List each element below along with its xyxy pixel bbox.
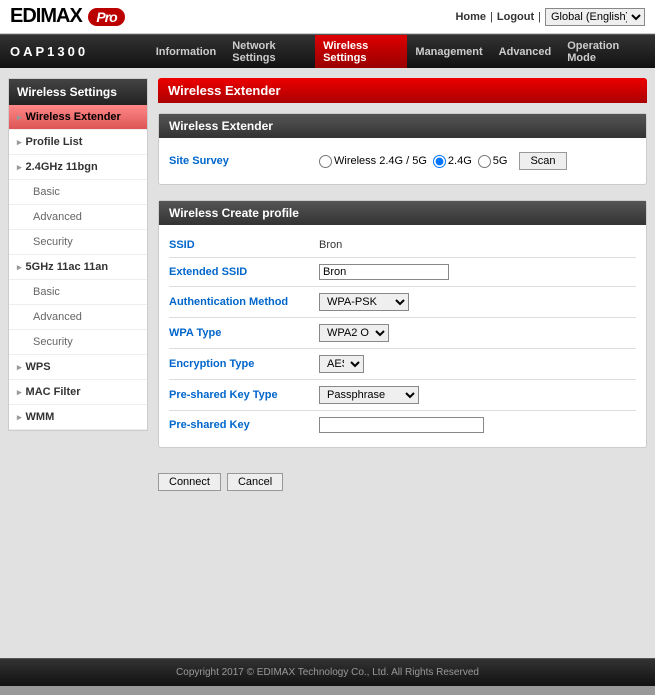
language-select[interactable]: Global (English) [545,8,645,26]
cancel-button[interactable]: Cancel [227,473,283,491]
nav-item-network-settings[interactable]: Network Settings [224,35,315,68]
chevron-right-icon: ▸ [17,262,22,272]
top-right-links: Home | Logout | Global (English) [455,8,645,26]
nav-item-operation-mode[interactable]: Operation Mode [559,35,645,68]
sidebar-item-label: Advanced [33,311,82,323]
ssid-label: SSID [169,239,319,251]
pkt-select[interactable]: Passphrase [319,386,419,404]
create-profile-panel: Wireless Create profile SSID Bron Extend… [158,200,647,448]
chevron-right-icon: ▸ [17,162,22,172]
chevron-right-icon: ▸ [17,387,22,397]
brand-text: EDIMAX [10,5,82,27]
band-radio-wireless-2-4g-5g[interactable]: Wireless 2.4G / 5G [319,155,427,168]
scan-button[interactable]: Scan [519,152,566,170]
sidebar-item-2-4ghz-11bgn[interactable]: ▸ 2.4GHz 11bgn [9,155,147,180]
wpa-select[interactable]: WPA2 Only [319,324,389,342]
band-radio-2-4g[interactable]: 2.4G [433,155,472,168]
sidebar-item-security[interactable]: Security [9,230,147,255]
chevron-right-icon: ▸ [17,412,22,422]
sidebar: Wireless Settings ▸ Wireless Extender ▸ Pro… [8,78,148,431]
sidebar-item-wireless-extender[interactable]: ▸ Wireless Extender [9,105,147,130]
sidebar-item-wmm[interactable]: ▸ WMM [9,405,147,430]
pkt-label: Pre-shared Key Type [169,389,319,401]
band-radio-group: Wireless 2.4G / 5G 2.4G 5G [319,155,507,168]
sidebar-item-label: 5GHz 11ac 11an [26,261,109,273]
enc-select[interactable]: AES [319,355,364,373]
sidebar-item-label: Profile List [26,136,83,148]
band-radio-5g[interactable]: 5G [478,155,508,168]
sidebar-item-security[interactable]: Security [9,330,147,355]
action-buttons: Connect Cancel [158,463,647,501]
app-window: EDIMAX Pro Home | Logout | Global (Engli… [0,0,655,686]
ext-ssid-input[interactable] [319,264,449,280]
main-panel: Wireless Extender Wireless Extender Site… [158,78,647,633]
sidebar-item-wps[interactable]: ▸ WPS [9,355,147,380]
sidebar-item-label: MAC Filter [26,386,81,398]
wpa-label: WPA Type [169,327,319,339]
sidebar-header: Wireless Settings [9,79,147,105]
model-name: OAP1300 [10,44,148,59]
sidebar-item-label: WPS [26,361,51,373]
psk-input[interactable] [319,417,484,433]
sidebar-item-mac-filter[interactable]: ▸ MAC Filter [9,380,147,405]
ssid-value: Bron [319,239,342,251]
nav-item-advanced[interactable]: Advanced [491,35,560,68]
home-link[interactable]: Home [455,11,486,23]
sidebar-item-5ghz-11ac-11an[interactable]: ▸ 5GHz 11ac 11an [9,255,147,280]
content-area: Wireless Settings ▸ Wireless Extender ▸ Pro… [0,68,655,658]
sidebar-item-profile-list[interactable]: ▸ Profile List [9,130,147,155]
site-survey-panel: Wireless Extender Site Survey Wireless 2… [158,113,647,185]
auth-select[interactable]: WPA-PSK [319,293,409,311]
nav-item-information[interactable]: Information [148,35,225,68]
enc-label: Encryption Type [169,358,319,370]
page-title: Wireless Extender [158,78,647,103]
nav-bar: OAP1300 InformationNetwork SettingsWirel… [0,34,655,68]
connect-button[interactable]: Connect [158,473,221,491]
top-bar: EDIMAX Pro Home | Logout | Global (Engli… [0,0,655,34]
logout-link[interactable]: Logout [497,11,534,23]
sidebar-item-basic[interactable]: Basic [9,280,147,305]
sidebar-item-label: Advanced [33,211,82,223]
sidebar-item-label: Security [33,236,73,248]
ext-ssid-label: Extended SSID [169,266,319,278]
psk-label: Pre-shared Key [169,419,319,431]
sidebar-item-label: 2.4GHz 11bgn [26,161,98,173]
sidebar-item-label: Basic [33,286,60,298]
nav-items: InformationNetwork SettingsWireless Sett… [148,35,645,68]
chevron-right-icon: ▸ [17,362,22,372]
nav-item-management[interactable]: Management [407,35,490,68]
brand-suffix: Pro [88,8,124,26]
chevron-right-icon: ▸ [17,137,22,147]
sidebar-item-label: WMM [26,411,55,423]
nav-item-wireless-settings[interactable]: Wireless Settings [315,35,407,68]
site-survey-label: Site Survey [169,155,319,167]
auth-label: Authentication Method [169,296,319,308]
sidebar-item-label: Basic [33,186,60,198]
brand-logo: EDIMAX Pro [10,5,125,28]
profile-header: Wireless Create profile [159,201,646,225]
sidebar-item-label: Security [33,336,73,348]
sidebar-item-advanced[interactable]: Advanced [9,205,147,230]
sidebar-item-label: Wireless Extender [26,111,121,123]
footer: Copyright 2017 © EDIMAX Technology Co., … [0,658,655,686]
sidebar-item-advanced[interactable]: Advanced [9,305,147,330]
chevron-right-icon: ▸ [17,112,22,122]
survey-header: Wireless Extender [159,114,646,138]
sidebar-item-basic[interactable]: Basic [9,180,147,205]
